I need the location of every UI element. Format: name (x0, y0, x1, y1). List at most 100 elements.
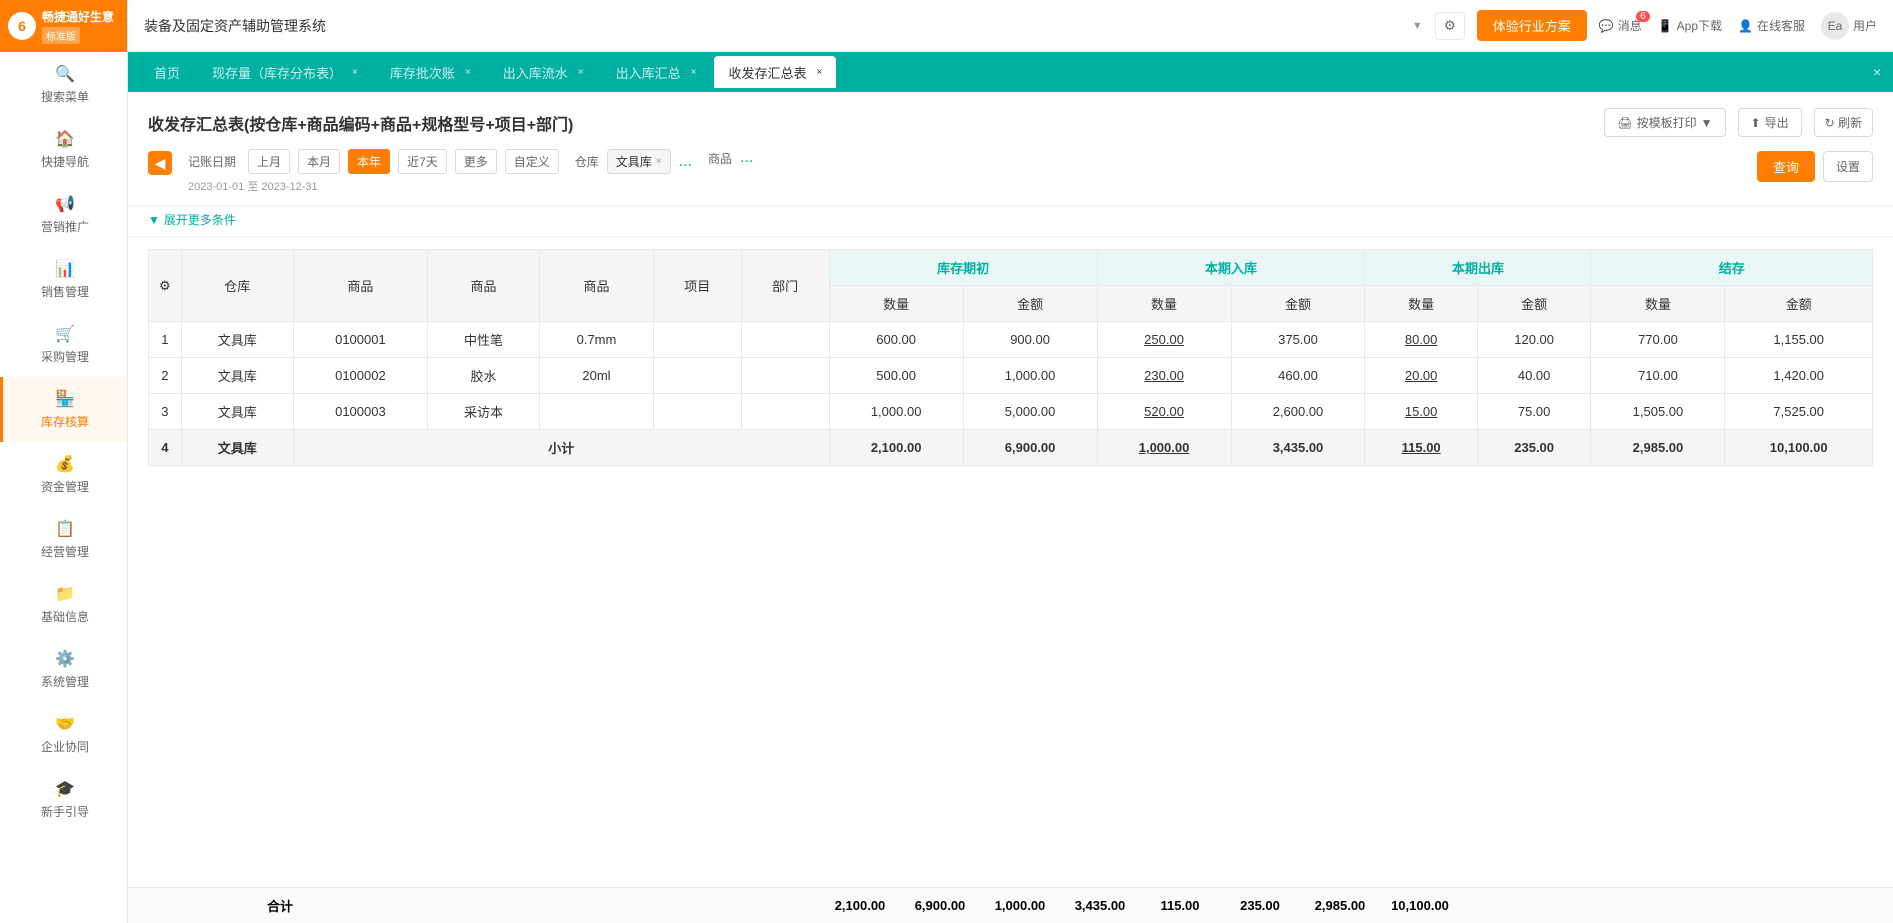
sidebar-item-quick-nav[interactable]: 🏠 快捷导航 (0, 117, 127, 182)
system-selector[interactable]: ▼ (1412, 20, 1423, 32)
table-settings-header[interactable]: ⚙ (149, 250, 182, 322)
row-goods-name: 采访本 (427, 394, 539, 430)
filter-expand-button[interactable]: ◀ (148, 151, 172, 175)
sidebar-item-basic[interactable]: 📁 基础信息 (0, 572, 127, 637)
trial-button[interactable]: 体验行业方案 (1477, 10, 1587, 41)
sidebar-item-label: 资金管理 (41, 478, 89, 495)
sidebar-item-purchase[interactable]: 🛒 采购管理 (0, 312, 127, 377)
date-btn-this-year[interactable]: 本年 (348, 149, 390, 174)
refresh-button[interactable]: ↻ 刷新 (1814, 108, 1873, 137)
row-in-qty[interactable]: 520.00 (1097, 394, 1231, 430)
total-out-qty: 115.00 (1140, 898, 1220, 913)
export-button[interactable]: ⬆ 导出 (1738, 108, 1802, 137)
sidebar-item-operations[interactable]: 📋 经营管理 (0, 507, 127, 572)
tab-recv-send[interactable]: 收发存汇总表 × (714, 56, 836, 88)
row-warehouse: 文具库 (181, 394, 293, 430)
tab-close-all[interactable]: × (1873, 64, 1881, 80)
app-download-action[interactable]: 📱 App下载 (1658, 17, 1722, 34)
subtotal-in-qty: 1,000.00 (1097, 430, 1231, 466)
filter-settings-button[interactable]: 设置 (1823, 151, 1873, 182)
row-out-qty[interactable]: 20.00 (1365, 358, 1477, 394)
tab-stock-dist[interactable]: 现存量（库存分布表） × (198, 56, 372, 88)
sidebar-item-enterprise[interactable]: 🤝 企业协同 (0, 702, 127, 767)
tab-stock-dist-close[interactable]: × (352, 67, 358, 78)
inventory-icon: 🏪 (55, 389, 75, 409)
date-btn-more[interactable]: 更多 (455, 149, 497, 174)
tab-batch-close[interactable]: × (465, 67, 471, 78)
row-in-qty[interactable]: 250.00 (1097, 322, 1231, 358)
row-open-qty: 600.00 (829, 322, 963, 358)
system-icon: ⚙️ (55, 649, 75, 669)
sidebar-item-system[interactable]: ⚙️ 系统管理 (0, 637, 127, 702)
expand-more-row: ▼ 展开更多条件 (128, 207, 1893, 237)
top-header: 装备及固定资产辅助管理系统 ▼ ⚙ 体验行业方案 💬 消息 6 📱 App下载 … (128, 0, 1893, 52)
subtotal-no: 4 (149, 430, 182, 466)
tab-inout-flow-close[interactable]: × (578, 67, 584, 78)
row-bal-qty: 770.00 (1591, 322, 1725, 358)
sidebar-item-label: 营销推广 (41, 218, 89, 235)
sidebar-item-search[interactable]: 🔍 搜索菜单 (0, 52, 127, 117)
settings-button[interactable]: ⚙ (1435, 12, 1465, 40)
row-out-qty[interactable]: 15.00 (1365, 394, 1477, 430)
row-project (653, 322, 741, 358)
expand-more-button[interactable]: ▼ 展开更多条件 (148, 211, 236, 228)
tab-inout-summary[interactable]: 出入库汇总 × (602, 56, 711, 88)
online-service-action[interactable]: 👤 在线客服 (1738, 17, 1805, 34)
main-area: 装备及固定资产辅助管理系统 ▼ ⚙ 体验行业方案 💬 消息 6 📱 App下载 … (128, 0, 1893, 923)
tab-recv-send-close[interactable]: × (816, 67, 822, 78)
row-goods-code: 0100001 (293, 322, 427, 358)
user-label: 用户 (1853, 17, 1877, 34)
date-btn-this-month[interactable]: 本月 (298, 149, 340, 174)
tab-inout-summary-close[interactable]: × (691, 67, 697, 78)
sidebar-item-inventory[interactable]: 🏪 库存核算 (0, 377, 127, 442)
sidebar-item-label: 销售管理 (41, 283, 89, 300)
tab-inout-flow[interactable]: 出入库流水 × (489, 56, 598, 88)
query-button[interactable]: 查询 (1757, 151, 1815, 182)
filter-bar: ◀ 记账日期 上月 本月 本年 近7天 更多 自定义 2023-01-01 至 … (128, 137, 1893, 207)
sidebar-item-label: 企业协同 (41, 738, 89, 755)
user-action[interactable]: Ea 用户 (1821, 12, 1877, 40)
operations-icon: 📋 (55, 519, 75, 539)
row-in-qty[interactable]: 230.00 (1097, 358, 1231, 394)
row-no: 3 (149, 394, 182, 430)
row-no: 1 (149, 322, 182, 358)
message-action[interactable]: 💬 消息 6 (1599, 17, 1642, 34)
tab-inout-flow-label: 出入库流水 (503, 63, 568, 82)
page-actions: 🖨 按模板打印 ▼ ⬆ 导出 ↻ 刷新 (1604, 108, 1873, 137)
tab-batch[interactable]: 库存批次账 × (376, 56, 485, 88)
col-department-header: 部门 (741, 250, 829, 322)
col-out-qty-header: 数量 (1365, 286, 1477, 322)
row-goods-code: 0100002 (293, 358, 427, 394)
sidebar: 6 畅捷通好生意 标准版 🔍 搜索菜单 🏠 快捷导航 📢 营销推广 📊 销售管理… (0, 0, 128, 923)
sidebar-item-marketing[interactable]: 📢 营销推广 (0, 182, 127, 247)
sidebar-item-finance[interactable]: 💰 资金管理 (0, 442, 127, 507)
row-out-amt: 120.00 (1477, 322, 1591, 358)
sidebar-item-sales[interactable]: 📊 销售管理 (0, 247, 127, 312)
app-download-label: App下载 (1677, 17, 1722, 34)
date-btn-custom[interactable]: 自定义 (505, 149, 559, 174)
col-goods-name-header: 商品 (427, 250, 539, 322)
print-button[interactable]: 🖨 按模板打印 ▼ (1604, 108, 1725, 137)
col-period-out-header: 本期出库 (1365, 250, 1591, 286)
page-content: 收发存汇总表(按仓库+商品编码+商品+规格型号+项目+部门) 🖨 按模板打印 ▼… (128, 92, 1893, 923)
date-btn-7days[interactable]: 近7天 (398, 149, 447, 174)
sales-icon: 📊 (55, 259, 75, 279)
goods-more[interactable]: ... (740, 149, 753, 167)
row-bal-qty: 710.00 (1591, 358, 1725, 394)
date-range: 2023-01-01 至 2023-12-31 (188, 178, 559, 194)
basic-icon: 📁 (55, 584, 75, 604)
row-project (653, 394, 741, 430)
col-bal-amt-header: 金额 (1725, 286, 1873, 322)
sidebar-item-guide[interactable]: 🎓 新手引导 (0, 767, 127, 832)
warehouse-more[interactable]: ... (679, 153, 692, 171)
row-department (741, 394, 829, 430)
tab-home[interactable]: 首页 (140, 56, 194, 88)
sidebar-item-label: 基础信息 (41, 608, 89, 625)
table-settings-icon: ⚙ (159, 278, 171, 293)
system-title: 装备及固定资产辅助管理系统 (144, 16, 1400, 36)
col-period-in-header: 本期入库 (1097, 250, 1365, 286)
subtotal-open-amt: 6,900.00 (963, 430, 1097, 466)
date-btn-last-month[interactable]: 上月 (248, 149, 290, 174)
row-out-qty[interactable]: 80.00 (1365, 322, 1477, 358)
warehouse-tag-close[interactable]: × (656, 156, 662, 167)
